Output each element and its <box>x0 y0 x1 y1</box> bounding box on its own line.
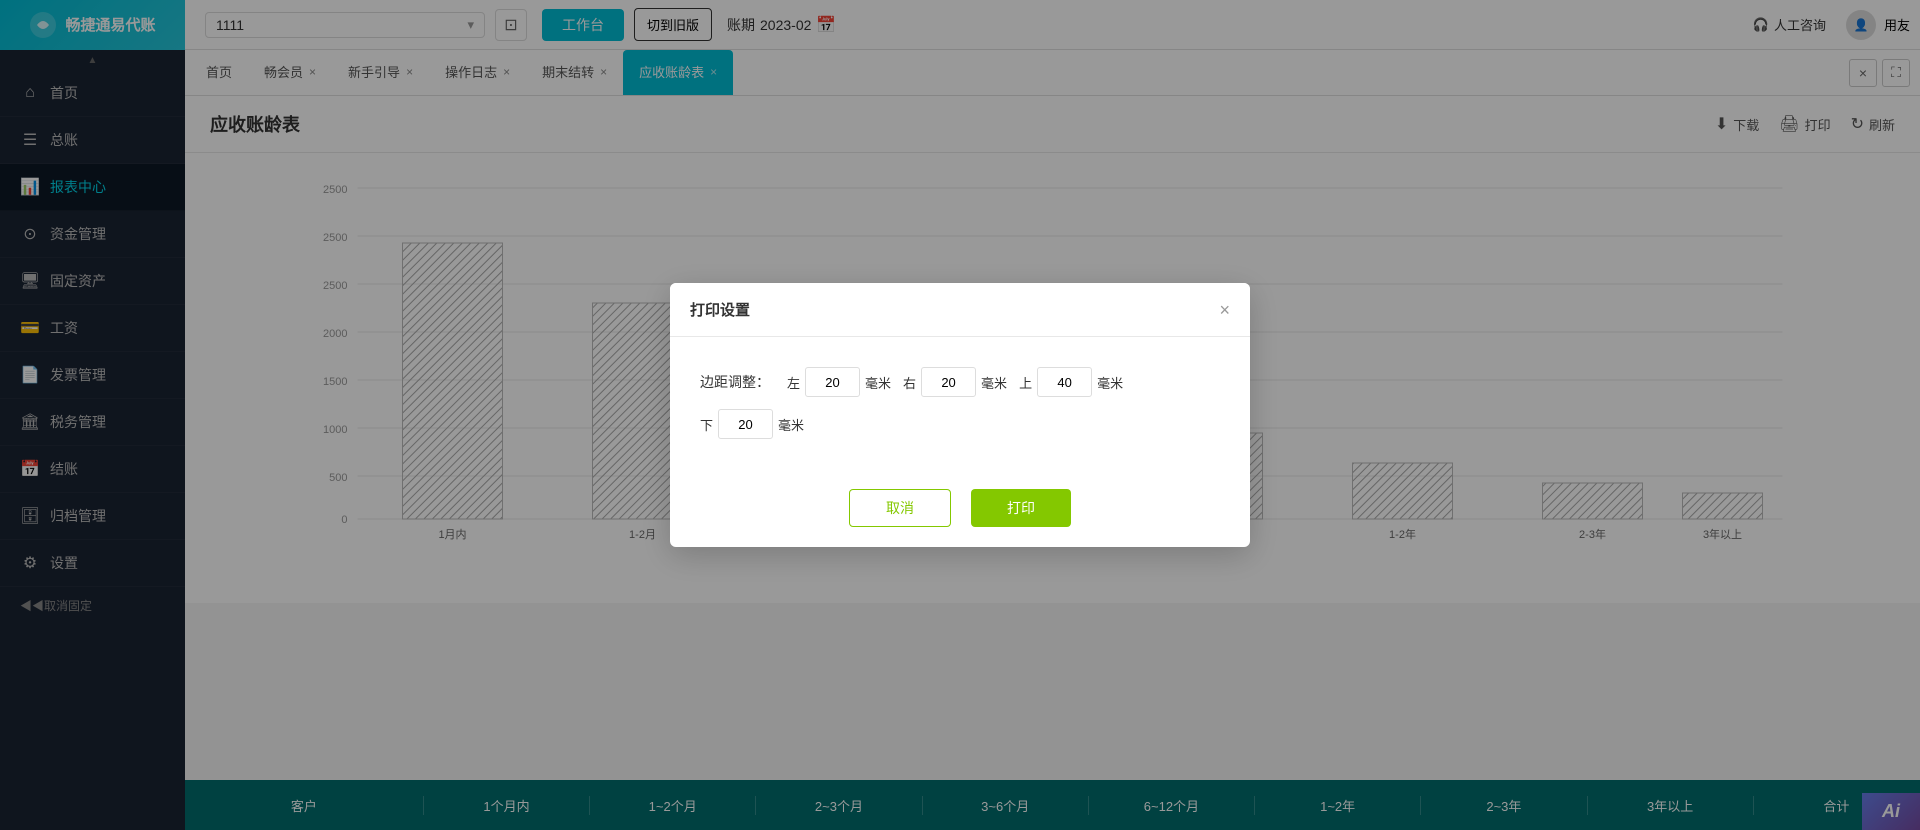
bottom-margin-input[interactable] <box>718 409 773 439</box>
margin-label: 边距调整： <box>700 372 770 392</box>
margin-right-group: 右 毫米 <box>903 367 1007 397</box>
right-unit-label: 毫米 <box>981 373 1007 392</box>
margin-left-group: 左 毫米 <box>787 367 891 397</box>
margin-bottom-group: 下 毫米 <box>700 409 804 439</box>
confirm-print-button[interactable]: 打印 <box>971 489 1071 527</box>
left-direction-label: 左 <box>787 373 800 392</box>
dialog-header: 打印设置 × <box>670 283 1250 337</box>
print-settings-dialog: 打印设置 × 边距调整： 左 毫米 右 毫米 上 毫米 <box>670 283 1250 547</box>
modal-overlay[interactable]: 打印设置 × 边距调整： 左 毫米 右 毫米 上 毫米 <box>0 0 1920 830</box>
right-margin-input[interactable] <box>921 367 976 397</box>
right-direction-label: 右 <box>903 373 916 392</box>
cancel-button[interactable]: 取消 <box>849 489 951 527</box>
left-unit-label: 毫米 <box>865 373 891 392</box>
bottom-direction-label: 下 <box>700 415 713 434</box>
left-margin-input[interactable] <box>805 367 860 397</box>
top-direction-label: 上 <box>1019 373 1032 392</box>
dialog-close-button[interactable]: × <box>1219 301 1230 319</box>
margin-top-group: 上 毫米 <box>1019 367 1123 397</box>
bottom-unit-label: 毫米 <box>778 415 804 434</box>
dialog-footer: 取消 打印 <box>670 469 1250 547</box>
top-unit-label: 毫米 <box>1097 373 1123 392</box>
dialog-body: 边距调整： 左 毫米 右 毫米 上 毫米 下 <box>670 337 1250 469</box>
top-margin-input[interactable] <box>1037 367 1092 397</box>
dialog-title: 打印设置 <box>690 299 750 320</box>
margin-row: 边距调整： 左 毫米 右 毫米 上 毫米 下 <box>700 367 1220 439</box>
